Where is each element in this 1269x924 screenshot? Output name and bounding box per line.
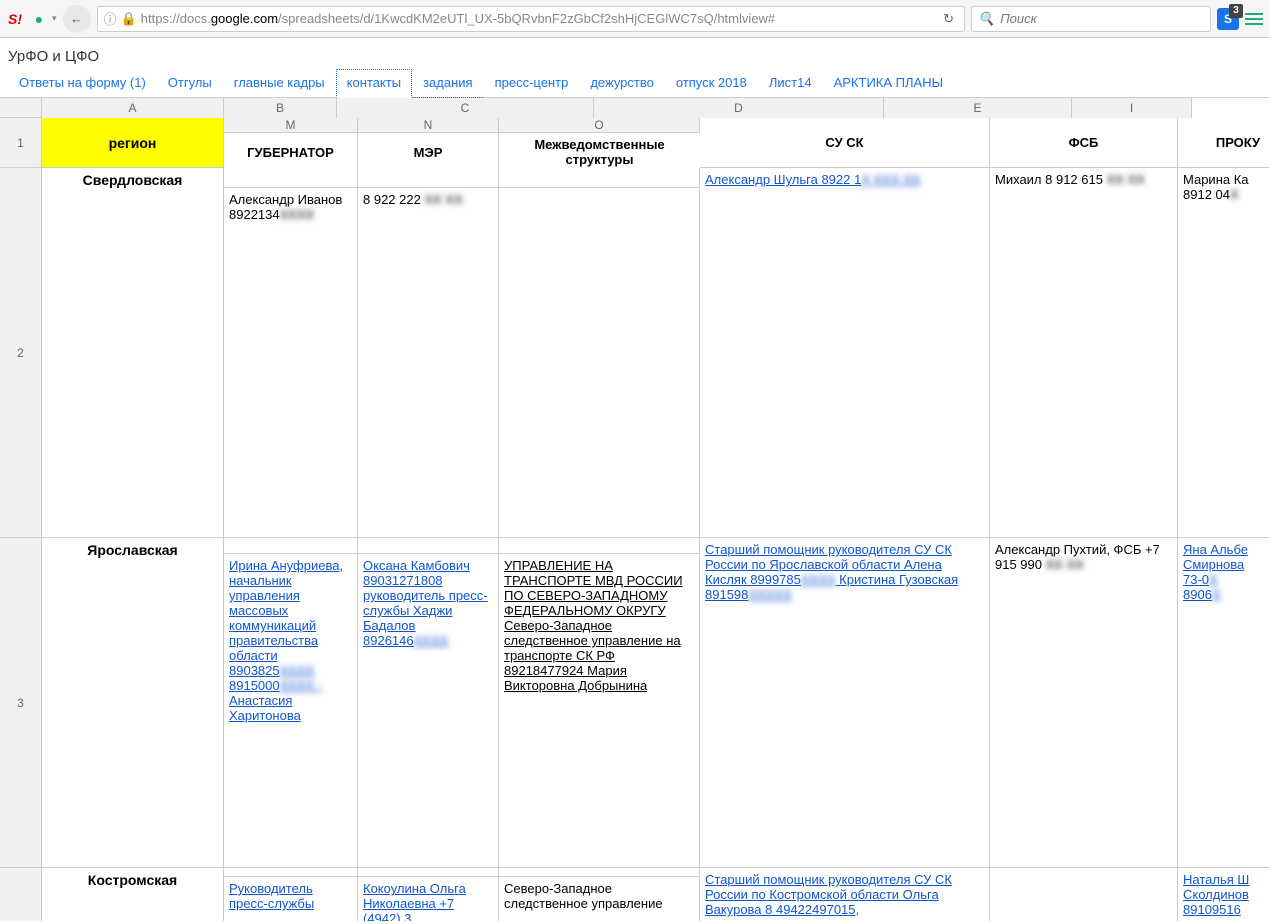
- lock-icon: 🔒: [121, 11, 137, 27]
- data-row-3: 3 Ярославская Ирина Ануфриева, начальник…: [0, 538, 1269, 868]
- cell-governor-4[interactable]: Руководитель пресс-службы: [224, 877, 358, 921]
- extension-count: 3: [1229, 4, 1243, 18]
- cell-region-4[interactable]: Костромская: [42, 868, 224, 921]
- app-icon-1: S!: [6, 10, 24, 28]
- header-interagency[interactable]: Межведомственные структуры: [499, 133, 700, 171]
- reload-button[interactable]: ↻: [939, 11, 958, 27]
- tab-contacts[interactable]: контакты: [336, 69, 412, 98]
- data-row-4: Костромская Руководитель пресс-службы Ко…: [0, 868, 1269, 921]
- app-icon-2: ●: [30, 10, 48, 28]
- tab-duty[interactable]: дежурство: [579, 69, 665, 98]
- menu-icon[interactable]: [1245, 13, 1263, 25]
- tab-vacation[interactable]: отпуск 2018: [665, 69, 758, 98]
- header-prokur[interactable]: ПРОКУ: [1178, 118, 1269, 168]
- cell-interagency-2[interactable]: [499, 188, 700, 538]
- cell-n-gap-4[interactable]: [358, 868, 499, 877]
- dropdown-icon[interactable]: ▾: [52, 13, 57, 24]
- cell-n-gap-2[interactable]: [358, 168, 499, 188]
- url-bar[interactable]: ⓘ 🔒 https://docs.google.com/spreadsheets…: [97, 6, 965, 32]
- sheet-tabs: Ответы на форму (1) Отгулы главные кадры…: [0, 69, 1269, 98]
- cell-governor-2[interactable]: Александр Иванов 8922134XXXX: [224, 188, 358, 538]
- cell-susk-2[interactable]: Александр Шульга 8922 1X XXX XX: [700, 168, 990, 538]
- header-fsb[interactable]: ФСБ: [990, 118, 1178, 168]
- corner-cell[interactable]: [0, 98, 42, 118]
- header-row: 1 регион M N O ГУБЕРНАТОР МЭР Межведомст…: [0, 118, 1269, 168]
- cell-o-gap-4[interactable]: [499, 868, 700, 877]
- data-row-2: 2 Свердловская Александр Иванов 8922134X…: [0, 168, 1269, 538]
- row-header-3[interactable]: 3: [0, 538, 42, 868]
- extension-badge[interactable]: S 3: [1217, 8, 1239, 30]
- back-button[interactable]: ←: [63, 5, 91, 33]
- search-bar[interactable]: 🔍: [971, 6, 1211, 32]
- tab-press[interactable]: пресс-центр: [484, 69, 580, 98]
- cell-prokur-3[interactable]: Яна Альбе Смирнова 73-0X 8906X: [1178, 538, 1269, 868]
- search-icon: 🔍: [978, 11, 994, 27]
- col-header-O[interactable]: O: [499, 118, 700, 132]
- cell-b-gap-3[interactable]: [224, 538, 358, 554]
- col-header-M[interactable]: M: [224, 118, 358, 132]
- cell-susk-4[interactable]: Старший помощник руководителя СУ СК Росс…: [700, 868, 990, 921]
- browser-toolbar: S! ● ▾ ← ⓘ 🔒 https://docs.google.com/spr…: [0, 0, 1269, 38]
- search-input[interactable]: [1000, 11, 1204, 26]
- cell-fsb-3[interactable]: Александр Пухтий, ФСБ +7 915 990 XX XX: [990, 538, 1178, 868]
- col-header-A[interactable]: A: [42, 98, 224, 118]
- cell-fsb-4[interactable]: [990, 868, 1178, 921]
- tab-tasks[interactable]: задания: [412, 69, 484, 98]
- col-header-D[interactable]: D: [594, 98, 884, 118]
- tab-arctic[interactable]: АРКТИКА ПЛАНЫ: [823, 69, 955, 98]
- col-header-B[interactable]: B: [224, 98, 337, 118]
- cell-mayor-3[interactable]: Оксана Камбович 89031271808 руководитель…: [358, 554, 499, 868]
- col-header-E[interactable]: E: [884, 98, 1072, 118]
- row-header-4[interactable]: [0, 868, 42, 921]
- cell-mayor-4[interactable]: Кокоулина Ольга Николаевна +7 (4942) 3: [358, 877, 499, 921]
- cell-b-gap-4[interactable]: [224, 868, 358, 877]
- col-header-I[interactable]: I: [1072, 98, 1192, 118]
- cell-o-gap-2[interactable]: [499, 168, 700, 188]
- tab-kadry[interactable]: главные кадры: [223, 69, 336, 98]
- row-header-2[interactable]: 2: [0, 168, 42, 538]
- tab-sheet14[interactable]: Лист14: [758, 69, 823, 98]
- cell-interagency-4[interactable]: Северо-Западное следственное управление: [499, 877, 700, 921]
- cell-o-gap-3[interactable]: [499, 538, 700, 554]
- cell-region-3[interactable]: Ярославская: [42, 538, 224, 868]
- cell-governor-3[interactable]: Ирина Ануфриева, начальник управления ма…: [224, 554, 358, 868]
- header-su-sk[interactable]: СУ СК: [700, 118, 990, 168]
- cell-prokur-2[interactable]: Марина Ка 8912 04X: [1178, 168, 1269, 538]
- cell-region-2[interactable]: Свердловская: [42, 168, 224, 538]
- cell-interagency-3[interactable]: УПРАВЛЕНИЕ НА ТРАНСПОРТЕ МВД РОССИИ ПО С…: [499, 554, 700, 868]
- cell-n-gap-3[interactable]: [358, 538, 499, 554]
- row-header-1[interactable]: 1: [0, 118, 42, 168]
- header-region[interactable]: регион: [42, 118, 224, 168]
- tab-otguly[interactable]: Отгулы: [157, 69, 223, 98]
- cell-fsb-2[interactable]: Михаил 8 912 615 XX XX: [990, 168, 1178, 538]
- cell-b-gap-2[interactable]: [224, 168, 358, 188]
- tab-responses[interactable]: Ответы на форму (1): [8, 69, 157, 98]
- doc-title: УрФО и ЦФО: [0, 38, 1269, 69]
- cell-susk-3[interactable]: Старший помощник руководителя СУ СК Росс…: [700, 538, 990, 868]
- col-header-C[interactable]: C: [337, 98, 594, 118]
- col-header-N[interactable]: N: [358, 118, 499, 132]
- url-text: https://docs.google.com/spreadsheets/d/1…: [141, 11, 935, 26]
- header-governor[interactable]: ГУБЕРНАТОР: [224, 133, 358, 171]
- cell-mayor-2[interactable]: 8 922 222 XX XX: [358, 188, 499, 538]
- spreadsheet: A B C D E I 1 регион M N O ГУБЕРНАТОР МЭ…: [0, 98, 1269, 921]
- info-icon[interactable]: ⓘ: [104, 9, 117, 28]
- cell-prokur-4[interactable]: Наталья Ш Сколдинов 89109516: [1178, 868, 1269, 921]
- header-mayor[interactable]: МЭР: [358, 133, 499, 171]
